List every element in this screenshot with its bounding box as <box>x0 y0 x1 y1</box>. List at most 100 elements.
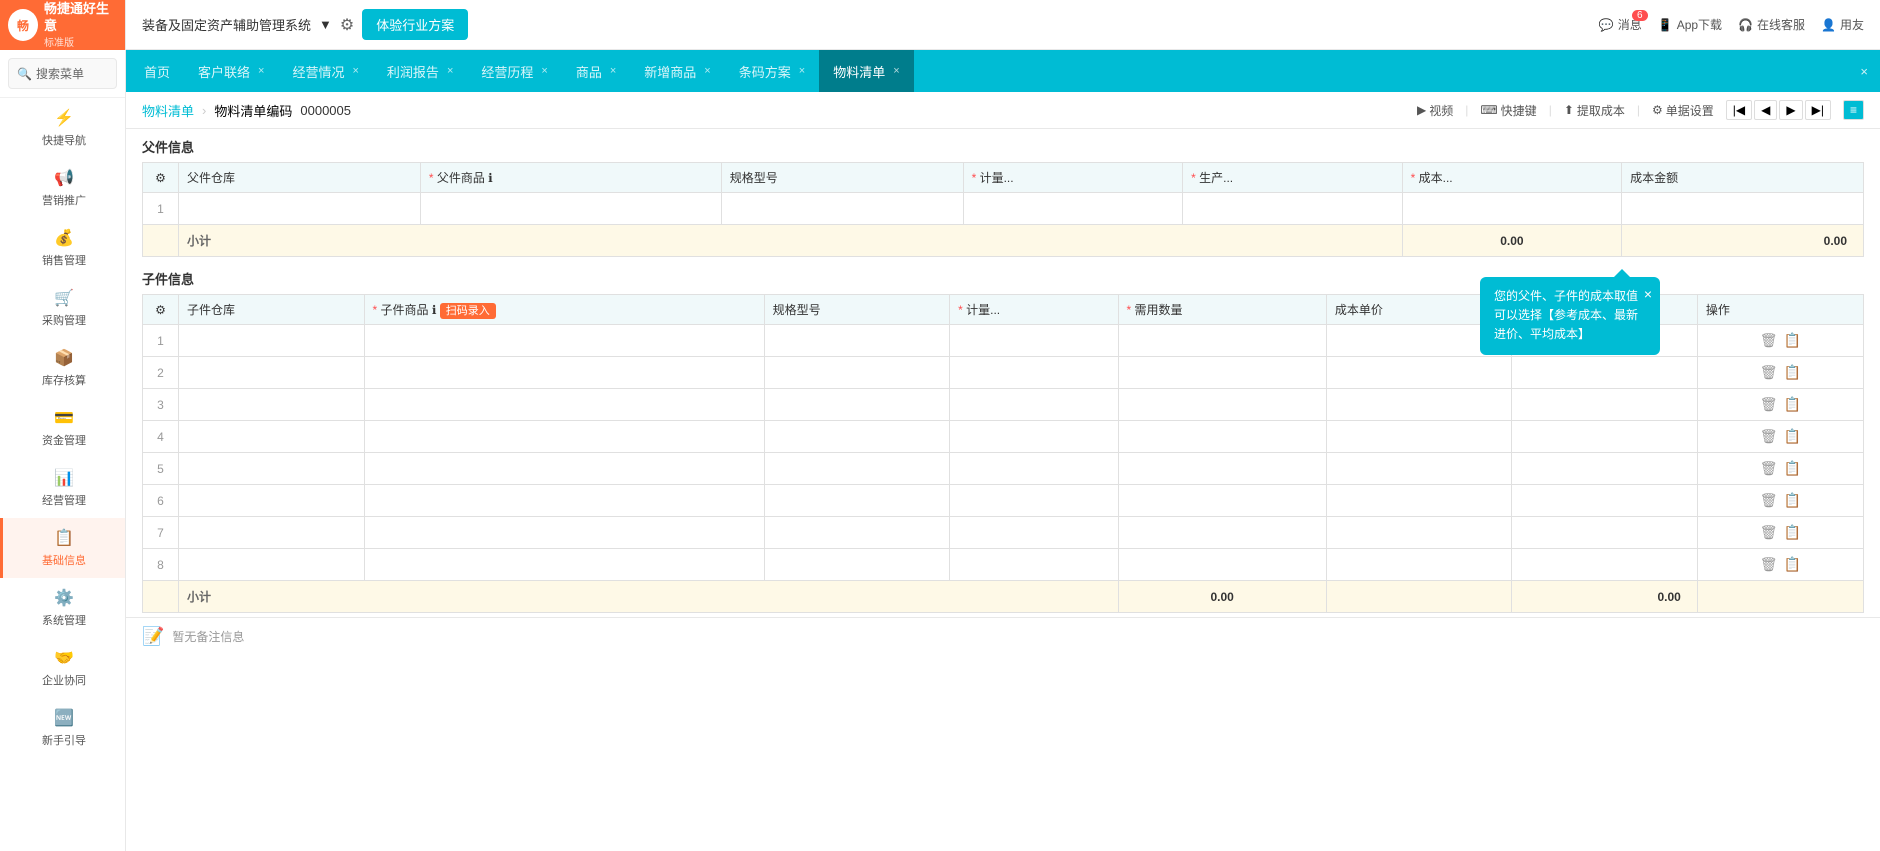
child-row-4-warehouse[interactable] <box>179 421 365 453</box>
sidebar-item-sales[interactable]: 💰 销售管理 <box>0 218 125 278</box>
child-row-1-qty[interactable] <box>1118 325 1326 357</box>
tab-ops-history[interactable]: 经营历程 × <box>467 50 561 92</box>
parent-row-1-goods[interactable] <box>420 193 721 225</box>
child-row-6-cost-amount[interactable] <box>1512 485 1698 517</box>
breadcrumb-link[interactable]: 物料清单 <box>142 101 194 120</box>
copy-icon-2[interactable]: 📋 <box>1784 364 1801 381</box>
child-row-6-warehouse[interactable] <box>179 485 365 517</box>
tab-customer-close[interactable]: × <box>258 65 264 77</box>
sidebar-item-finance[interactable]: 💳 资金管理 <box>0 398 125 458</box>
child-row-7-warehouse[interactable] <box>179 517 365 549</box>
prev-first-button[interactable]: |◀ <box>1726 100 1752 120</box>
child-row-1-goods[interactable] <box>364 325 764 357</box>
child-row-5-warehouse[interactable] <box>179 453 365 485</box>
child-row-7-unit-cost[interactable] <box>1326 517 1512 549</box>
child-row-6-qty[interactable] <box>1118 485 1326 517</box>
delete-icon-7[interactable]: 🗑 <box>1760 524 1778 541</box>
sidebar-item-system[interactable]: ⚙️ 系统管理 <box>0 578 125 638</box>
tab-ops-status-close[interactable]: × <box>352 65 358 77</box>
child-row-7-spec[interactable] <box>764 517 950 549</box>
child-row-3-qty[interactable] <box>1118 389 1326 421</box>
copy-icon-8[interactable]: 📋 <box>1784 556 1801 573</box>
close-all-tabs[interactable]: × <box>1852 64 1876 79</box>
child-row-4-spec[interactable] <box>764 421 950 453</box>
online-service-action[interactable]: 🎧 在线客服 <box>1738 16 1805 33</box>
child-row-3-unit[interactable] <box>950 389 1118 421</box>
child-row-6-goods[interactable] <box>364 485 764 517</box>
sidebar-item-enterprise[interactable]: 🤝 企业协同 <box>0 638 125 698</box>
child-row-8-unit[interactable] <box>950 549 1118 581</box>
child-row-7-unit[interactable] <box>950 517 1118 549</box>
parent-row-1-spec[interactable] <box>721 193 963 225</box>
grid-view-button[interactable]: ≡ <box>1843 100 1864 120</box>
child-row-8-goods[interactable] <box>364 549 764 581</box>
search-menu-button[interactable]: 🔍 搜索菜单 <box>8 58 117 89</box>
tab-new-goods[interactable]: 新增商品 × <box>630 50 724 92</box>
delete-icon-6[interactable]: 🗑 <box>1760 492 1778 509</box>
parent-row-1-cost[interactable] <box>1402 193 1622 225</box>
sidebar-item-purchase[interactable]: 🛒 采购管理 <box>0 278 125 338</box>
child-row-2-unit-cost[interactable] <box>1326 357 1512 389</box>
child-row-5-cost-amount[interactable] <box>1512 453 1698 485</box>
single-settings-action[interactable]: ⚙ 单据设置 <box>1652 102 1714 119</box>
child-row-2-spec[interactable] <box>764 357 950 389</box>
child-row-1-warehouse[interactable] <box>179 325 365 357</box>
tab-ops-history-close[interactable]: × <box>541 65 547 77</box>
child-row-6-unit-cost[interactable] <box>1326 485 1512 517</box>
parent-row-1-warehouse[interactable] <box>179 193 421 225</box>
child-row-8-warehouse[interactable] <box>179 549 365 581</box>
settings-button[interactable]: ⚙ <box>340 15 354 35</box>
tab-customer[interactable]: 客户联络 × <box>184 50 278 92</box>
copy-icon-6[interactable]: 📋 <box>1784 492 1801 509</box>
tab-home[interactable]: 首页 <box>130 50 184 92</box>
extract-cost-action[interactable]: ⬆ 提取成本 <box>1564 102 1625 119</box>
copy-icon-4[interactable]: 📋 <box>1784 428 1801 445</box>
tab-new-goods-close[interactable]: × <box>704 65 710 77</box>
child-row-3-cost-amount[interactable] <box>1512 389 1698 421</box>
sidebar-item-inventory[interactable]: 📦 库存核算 <box>0 338 125 398</box>
child-row-3-unit-cost[interactable] <box>1326 389 1512 421</box>
tooltip-close-button[interactable]: × <box>1644 283 1652 305</box>
tab-barcode-close[interactable]: × <box>799 65 805 77</box>
child-row-2-cost-amount[interactable] <box>1512 357 1698 389</box>
child-row-3-goods[interactable] <box>364 389 764 421</box>
child-row-2-goods[interactable] <box>364 357 764 389</box>
child-row-5-qty[interactable] <box>1118 453 1326 485</box>
tab-bom-close[interactable]: × <box>893 65 899 77</box>
child-row-7-cost-amount[interactable] <box>1512 517 1698 549</box>
child-row-1-unit[interactable] <box>950 325 1118 357</box>
tab-bom[interactable]: 物料清单 × <box>819 50 913 92</box>
child-row-4-unit-cost[interactable] <box>1326 421 1512 453</box>
child-row-2-unit[interactable] <box>950 357 1118 389</box>
prev-button[interactable]: ◀ <box>1754 100 1777 120</box>
copy-icon-7[interactable]: 📋 <box>1784 524 1801 541</box>
child-row-8-unit-cost[interactable] <box>1326 549 1512 581</box>
trial-button[interactable]: 体验行业方案 <box>362 9 468 40</box>
child-row-4-cost-amount[interactable] <box>1512 421 1698 453</box>
copy-icon-3[interactable]: 📋 <box>1784 396 1801 413</box>
delete-icon-2[interactable]: 🗑 <box>1760 364 1778 381</box>
tab-profit-report-close[interactable]: × <box>447 65 453 77</box>
child-row-2-qty[interactable] <box>1118 357 1326 389</box>
next-last-button[interactable]: ▶| <box>1805 100 1831 120</box>
sidebar-item-operations[interactable]: 📊 经营管理 <box>0 458 125 518</box>
child-row-7-qty[interactable] <box>1118 517 1326 549</box>
sidebar-item-quick-nav[interactable]: ⚡ 快捷导航 <box>0 98 125 158</box>
sidebar-item-marketing[interactable]: 📢 营销推广 <box>0 158 125 218</box>
child-row-2-warehouse[interactable] <box>179 357 365 389</box>
child-row-8-qty[interactable] <box>1118 549 1326 581</box>
child-row-5-unit[interactable] <box>950 453 1118 485</box>
delete-icon-5[interactable]: 🗑 <box>1760 460 1778 477</box>
delete-icon-1[interactable]: 🗑 <box>1760 332 1778 349</box>
child-row-8-cost-amount[interactable] <box>1512 549 1698 581</box>
video-action[interactable]: ▶ 视频 <box>1417 102 1453 119</box>
copy-icon-1[interactable]: 📋 <box>1784 332 1801 349</box>
parent-row-1-unit[interactable] <box>963 193 1183 225</box>
scan-badge[interactable]: 扫码录入 <box>440 303 496 319</box>
child-row-3-warehouse[interactable] <box>179 389 365 421</box>
user-action[interactable]: 👤 用友 <box>1821 16 1864 33</box>
tab-ops-status[interactable]: 经营情况 × <box>278 50 372 92</box>
delete-icon-3[interactable]: 🗑 <box>1760 396 1778 413</box>
tab-barcode[interactable]: 条码方案 × <box>725 50 819 92</box>
child-row-5-goods[interactable] <box>364 453 764 485</box>
